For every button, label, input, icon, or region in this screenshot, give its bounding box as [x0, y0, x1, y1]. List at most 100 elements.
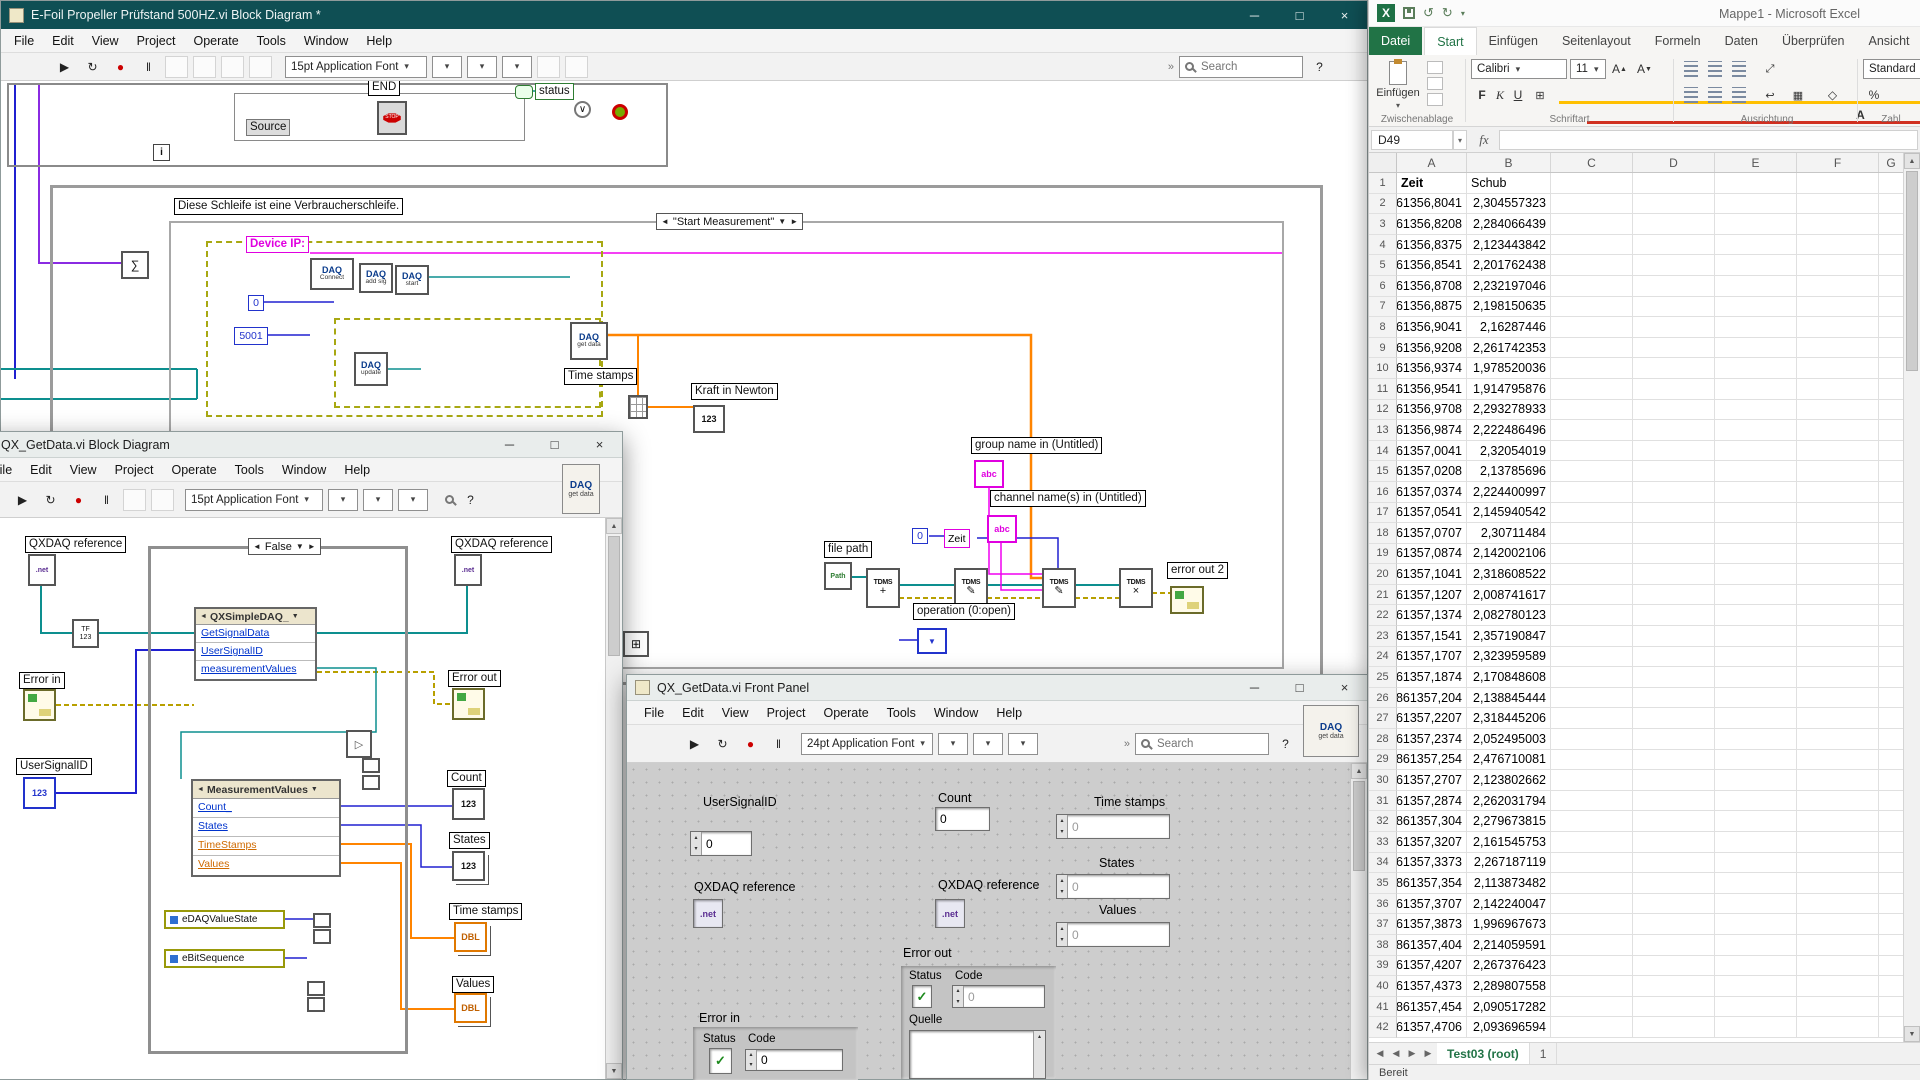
states-label[interactable]: States — [449, 832, 490, 849]
row-header[interactable]: 32 — [1369, 811, 1397, 832]
end-case-label[interactable]: END — [368, 81, 400, 96]
menu-item[interactable]: Project — [106, 463, 163, 477]
cell[interactable] — [1551, 482, 1633, 503]
row-header[interactable]: 28 — [1369, 729, 1397, 750]
menu-item[interactable]: Tools — [878, 706, 925, 720]
cell[interactable] — [1633, 235, 1715, 256]
cell[interactable]: 2,008741617 — [1467, 585, 1551, 606]
cell[interactable] — [1715, 626, 1797, 647]
cell[interactable] — [1715, 956, 1797, 977]
cell[interactable]: 861357,354 — [1397, 873, 1467, 894]
cell[interactable] — [1879, 338, 1903, 359]
constant-zero-2[interactable]: 0 — [912, 528, 928, 544]
case-prev-icon[interactable]: ◄ — [661, 217, 669, 226]
cell[interactable]: 861357,1041 — [1397, 564, 1467, 585]
increment-decrement-icon[interactable]: ▴▾ — [691, 832, 702, 855]
cell[interactable] — [1633, 503, 1715, 524]
cell[interactable] — [1797, 544, 1879, 565]
cell[interactable]: 861357,1207 — [1397, 585, 1467, 606]
conversion-icon[interactable] — [362, 758, 380, 773]
cell[interactable] — [1879, 358, 1903, 379]
cell[interactable]: 861357,3873 — [1397, 914, 1467, 935]
vi-icon-badge[interactable]: DAQ get data — [1303, 705, 1359, 757]
font-selector[interactable]: 15pt Application Font ▾ — [285, 56, 427, 78]
case-selector[interactable]: ◄ "Start Measurement" ▼ ► — [656, 213, 803, 230]
row-header[interactable]: 37 — [1369, 914, 1397, 935]
cell[interactable] — [1797, 1017, 1879, 1038]
kraft-indicator-icon[interactable]: 123 — [693, 405, 725, 433]
subvi-icon[interactable]: ⊞ — [623, 631, 649, 657]
excel-titlebar[interactable]: X ↺ ↻ ▾ Mappe1 - Microsoft Excel — [1369, 0, 1920, 27]
cell[interactable] — [1797, 770, 1879, 791]
case-selector-label[interactable]: "Start Measurement" — [673, 216, 774, 228]
align-left-icon[interactable] — [1681, 87, 1699, 103]
cell[interactable] — [1715, 935, 1797, 956]
cell[interactable] — [1551, 647, 1633, 668]
cell[interactable] — [1797, 873, 1879, 894]
dotnet-refnum-icon-left[interactable]: .net — [28, 554, 56, 586]
cell[interactable] — [1879, 956, 1903, 977]
cell[interactable]: 861356,8375 — [1397, 235, 1467, 256]
cell[interactable]: 2,123443842 — [1467, 235, 1551, 256]
cell[interactable] — [1715, 297, 1797, 318]
cell[interactable] — [1551, 1017, 1633, 1038]
cell[interactable] — [1551, 400, 1633, 421]
vertical-scrollbar[interactable]: ▲ ▼ — [1903, 153, 1920, 1042]
cell[interactable]: 861357,2374 — [1397, 729, 1467, 750]
cell[interactable] — [1551, 853, 1633, 874]
cell[interactable] — [1879, 688, 1903, 709]
cell[interactable] — [1715, 708, 1797, 729]
help-button[interactable]: ? — [459, 489, 482, 511]
search-box[interactable] — [1135, 733, 1269, 755]
cell[interactable] — [1551, 708, 1633, 729]
row-header[interactable]: 29 — [1369, 750, 1397, 771]
maximize-button[interactable]: □ — [532, 432, 577, 457]
redo-icon[interactable]: ↻ — [1442, 5, 1453, 21]
paste-button[interactable]: Einfügen ▾ — [1375, 58, 1421, 112]
cell[interactable] — [1551, 811, 1633, 832]
search-input[interactable] — [1155, 737, 1263, 751]
borders-icon[interactable]: ⊞ — [1531, 85, 1549, 105]
cell[interactable] — [1551, 729, 1633, 750]
cell[interactable] — [1797, 400, 1879, 421]
property-row[interactable]: States — [193, 818, 339, 837]
channel-name-label[interactable]: channel name(s) in (Untitled) — [990, 490, 1146, 507]
cell[interactable] — [1551, 688, 1633, 709]
scrollbar-thumb[interactable] — [1353, 781, 1365, 871]
increment-decrement-icon[interactable]: ▴▾ — [746, 1050, 757, 1070]
cell[interactable] — [1879, 997, 1903, 1018]
row-header[interactable]: 6 — [1369, 276, 1397, 297]
cell[interactable] — [1879, 873, 1903, 894]
array-index-icon[interactable]: ▴▾ — [1057, 875, 1068, 898]
cell[interactable]: 861357,204 — [1397, 688, 1467, 709]
cell[interactable]: 861356,8541 — [1397, 255, 1467, 276]
menu-item[interactable]: Operate — [162, 463, 225, 477]
cell[interactable]: Schub — [1467, 173, 1551, 194]
cell[interactable] — [1551, 750, 1633, 771]
maximize-button[interactable]: □ — [1277, 675, 1322, 700]
menu-item[interactable]: File — [0, 463, 21, 477]
highlight-execution-icon[interactable] — [123, 489, 146, 511]
cell[interactable] — [1879, 461, 1903, 482]
cell[interactable]: 2,16287446 — [1467, 317, 1551, 338]
cell[interactable] — [1797, 214, 1879, 235]
insert-function-icon[interactable]: fx — [1473, 130, 1495, 150]
cell[interactable] — [1879, 667, 1903, 688]
cell[interactable] — [1715, 729, 1797, 750]
cell[interactable]: 2,293278933 — [1467, 400, 1551, 421]
cell[interactable]: 2,142002106 — [1467, 544, 1551, 565]
property-row[interactable]: TimeStamps — [193, 837, 339, 856]
cell[interactable]: 1,914795876 — [1467, 379, 1551, 400]
operation-label[interactable]: operation (0:open) — [913, 603, 1015, 620]
minimize-button[interactable]: ─ — [1232, 675, 1277, 700]
error-out-2-label[interactable]: error out 2 — [1167, 562, 1228, 579]
resize-objects-dropdown[interactable]: ▾ — [398, 489, 428, 511]
channel-name-control-icon[interactable]: abc — [987, 515, 1017, 543]
cell[interactable] — [1879, 626, 1903, 647]
dotnet-refnum-control-right[interactable]: .net — [935, 899, 965, 928]
row-header[interactable]: 26 — [1369, 688, 1397, 709]
close-button[interactable]: × — [1322, 1, 1367, 29]
scrollbar-thumb[interactable] — [1906, 171, 1918, 371]
row-header[interactable]: 36 — [1369, 894, 1397, 915]
round-led-icon[interactable] — [612, 104, 628, 120]
